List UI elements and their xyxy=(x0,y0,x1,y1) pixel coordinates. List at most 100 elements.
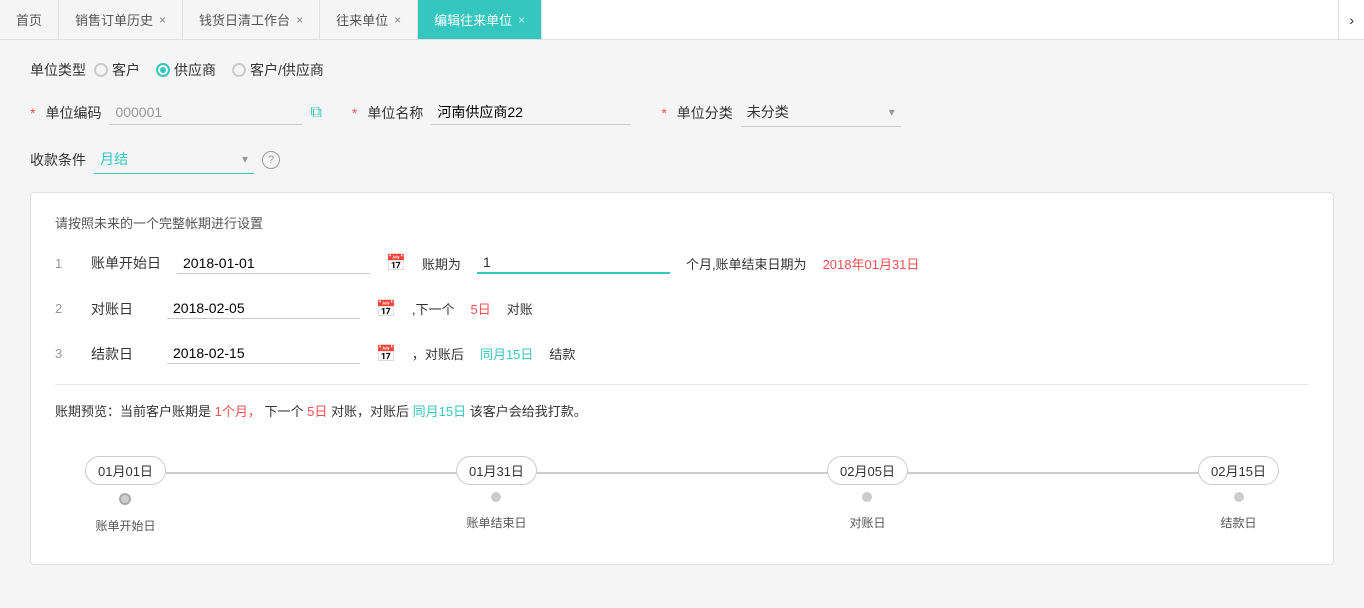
row-num-3: 3 xyxy=(55,346,75,361)
timeline-dot-end xyxy=(491,492,501,502)
timeline-label-payment: 结款日 xyxy=(1221,514,1257,531)
unit-name-input[interactable] xyxy=(431,100,631,125)
unit-type-row: 单位类型 客户 供应商 客户/供应商 xyxy=(30,60,1334,80)
payment-label: 结款日 xyxy=(91,344,151,364)
radio-customer[interactable]: 客户 xyxy=(94,60,140,80)
bill-start-label: 账单开始日 xyxy=(91,253,161,273)
page-content: 单位类型 客户 供应商 客户/供应商 xyxy=(0,40,1364,608)
section-divider xyxy=(55,384,1309,385)
timeline-date-reconcile: 02月05日 xyxy=(827,456,908,485)
tab-sales-history-close[interactable]: × xyxy=(159,13,166,27)
tab-cashflow[interactable]: 钱货日清工作台 × xyxy=(183,0,320,39)
preview-section: 账期预览：当前客户账期是 1个月， 下一个 5日 对账，对账后 同月15日 该客… xyxy=(55,401,1309,420)
unit-info-row: * 单位编码 ⧉ * 单位名称 * 单位分类 未分类 ▾ xyxy=(30,98,1334,127)
timeline: 01月01日 账单开始日 01月31日 账单结束日 02月05日 对账日 02月… xyxy=(55,436,1309,544)
unit-code-input[interactable] xyxy=(109,100,302,125)
tab-edit-partner-label: 编辑往来单位 xyxy=(434,10,512,29)
tab-home-label: 首页 xyxy=(16,10,42,29)
period-input[interactable] xyxy=(477,252,670,274)
tab-edit-partner-close[interactable]: × xyxy=(518,13,525,27)
payment-terms-group: 收款条件 月结 ▾ ? xyxy=(30,145,280,174)
bill-start-date[interactable] xyxy=(177,253,370,274)
tab-partners[interactable]: 往来单位 × xyxy=(320,0,418,39)
period-label: 账期为 xyxy=(422,254,461,273)
unit-code-label: 单位编码 xyxy=(45,103,101,123)
preview-reconcile-suffix: 对账，对账后 xyxy=(331,404,409,419)
radio-supplier[interactable]: 供应商 xyxy=(156,60,216,80)
unit-category-value: 未分类 xyxy=(747,102,885,122)
payment-suffix: 结款 xyxy=(549,344,575,363)
preview-period: 1个月， xyxy=(215,404,261,419)
preview-payment-day: 同月15日 xyxy=(413,404,466,419)
payment-terms-value: 月结 xyxy=(100,149,238,169)
tab-sales-history-label: 销售订单历史 xyxy=(75,10,153,29)
reconcile-label: 对账日 xyxy=(91,299,151,319)
payment-day-highlight: 同月15日 xyxy=(480,344,533,363)
row-num-1: 1 xyxy=(55,256,75,271)
tab-bar: 首页 销售订单历史 × 钱货日清工作台 × 往来单位 × 编辑往来单位 × › xyxy=(0,0,1364,40)
preview-text: 账期预览：当前客户账期是 1个月， 下一个 5日 对账，对账后 同月15日 该客… xyxy=(55,401,1309,420)
payment-terms-dropdown[interactable]: 月结 ▾ xyxy=(94,145,254,174)
timeline-point-start: 01月01日 账单开始日 xyxy=(85,456,166,534)
unit-category-required: * xyxy=(661,105,666,121)
timeline-dot-payment xyxy=(1234,492,1244,502)
preview-prefix: 账期预览：当前客户账期是 xyxy=(55,404,211,419)
payment-calendar[interactable]: 📅 xyxy=(376,344,396,364)
unit-name-group: * 单位名称 xyxy=(352,100,631,125)
unit-category-dropdown[interactable]: 未分类 ▾ xyxy=(741,98,901,127)
reconcile-suffix: 对账 xyxy=(507,299,533,318)
help-icon[interactable]: ? xyxy=(262,151,280,169)
payment-terms-row: 收款条件 月结 ▾ ? xyxy=(30,145,1334,174)
tab-home[interactable]: 首页 xyxy=(0,0,59,39)
row-num-2: 2 xyxy=(55,301,75,316)
reconcile-prefix: ,下一个 xyxy=(412,299,455,318)
unit-name-label: 单位名称 xyxy=(367,103,423,123)
radio-supplier-dot xyxy=(160,67,166,73)
unit-name-required: * xyxy=(352,105,357,121)
tab-expand-button[interactable]: › xyxy=(1338,0,1364,39)
unit-code-required: * xyxy=(30,105,35,121)
payment-date[interactable] xyxy=(167,343,360,364)
radio-customer-supplier[interactable]: 客户/供应商 xyxy=(232,60,324,80)
timeline-point-reconcile: 02月05日 对账日 xyxy=(827,456,908,534)
preview-suffix: 该客户会给我打款。 xyxy=(470,404,587,419)
unit-category-group: * 单位分类 未分类 ▾ xyxy=(661,98,900,127)
reconcile-day-highlight: 5日 xyxy=(471,299,491,318)
timeline-dot-reconcile xyxy=(862,492,872,502)
timeline-point-payment: 02月15日 结款日 xyxy=(1198,456,1279,534)
payment-prefix: ，对账后 xyxy=(412,344,464,363)
payment-terms-label: 收款条件 xyxy=(30,150,86,170)
payment-terms-arrow: ▾ xyxy=(242,152,248,166)
timeline-point-end: 01月31日 账单结束日 xyxy=(456,456,537,534)
setting-row-3: 3 结款日 📅 ，对账后 同月15日 结款 xyxy=(55,343,1309,364)
tab-cashflow-close[interactable]: × xyxy=(296,13,303,27)
tab-partners-label: 往来单位 xyxy=(336,10,388,29)
unit-code-copy-icon[interactable]: ⧉ xyxy=(310,104,321,122)
settings-card: 请按照未来的一个完整帐期进行设置 1 账单开始日 📅 账期为 个月,账单结束日期… xyxy=(30,192,1334,565)
radio-customer-supplier-circle xyxy=(232,63,246,77)
reconcile-calendar[interactable]: 📅 xyxy=(376,299,396,319)
unit-category-arrow: ▾ xyxy=(889,105,895,119)
timeline-date-payment: 02月15日 xyxy=(1198,456,1279,485)
tab-cashflow-label: 钱货日清工作台 xyxy=(199,10,290,29)
unit-type-label: 单位类型 xyxy=(30,60,86,80)
bill-start-calendar[interactable]: 📅 xyxy=(386,253,406,273)
timeline-points: 01月01日 账单开始日 01月31日 账单结束日 02月05日 对账日 02月… xyxy=(85,456,1279,534)
radio-customer-circle xyxy=(94,63,108,77)
setting-row-1: 1 账单开始日 📅 账期为 个月,账单结束日期为 2018年01月31日 xyxy=(55,252,1309,274)
unit-category-label: 单位分类 xyxy=(677,103,733,123)
tab-edit-partner[interactable]: 编辑往来单位 × xyxy=(418,0,542,39)
reconcile-date[interactable] xyxy=(167,298,360,319)
preview-reconcile-day: 5日 xyxy=(307,404,327,419)
timeline-label-start: 账单开始日 xyxy=(95,517,155,534)
timeline-date-end: 01月31日 xyxy=(456,456,537,485)
section-title: 请按照未来的一个完整帐期进行设置 xyxy=(55,213,1309,232)
radio-supplier-label: 供应商 xyxy=(174,60,216,80)
expand-icon: › xyxy=(1349,12,1354,28)
tab-sales-history[interactable]: 销售订单历史 × xyxy=(59,0,183,39)
radio-customer-supplier-label: 客户/供应商 xyxy=(250,60,324,80)
timeline-dot-start xyxy=(119,493,131,505)
tab-partners-close[interactable]: × xyxy=(394,13,401,27)
radio-customer-label: 客户 xyxy=(112,60,140,80)
period-suffix: 个月,账单结束日期为 xyxy=(686,254,807,273)
